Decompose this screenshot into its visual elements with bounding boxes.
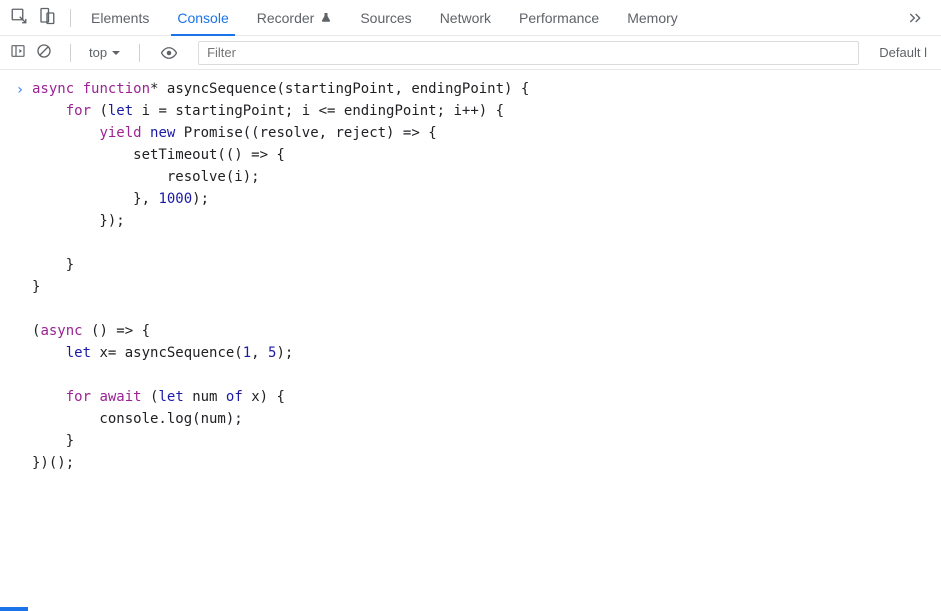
devtools-top-bar: Elements Console Recorder Sources Networ…: [0, 0, 941, 36]
log-levels-dropdown[interactable]: Default l: [871, 45, 935, 60]
divider: [70, 9, 71, 27]
tab-label: Network: [440, 10, 491, 26]
dropdown-caret-icon: [111, 48, 121, 58]
divider: [139, 44, 140, 62]
more-tabs-chevron-icon[interactable]: [895, 10, 935, 26]
tab-label: Sources: [360, 10, 411, 26]
console-input-row[interactable]: › async function* asyncSequence(starting…: [0, 78, 941, 474]
console-toolbar-icons: [6, 43, 58, 62]
code-block: async function* asyncSequence(startingPo…: [32, 78, 529, 474]
tab-label: Performance: [519, 10, 599, 26]
bottom-progress-indicator: [0, 607, 28, 611]
live-expression-icon[interactable]: [152, 44, 186, 62]
console-toolbar: top Default l: [0, 36, 941, 70]
tab-sources[interactable]: Sources: [346, 0, 425, 35]
filter-input[interactable]: [198, 41, 859, 65]
context-label: top: [89, 45, 107, 60]
device-toggle-icon[interactable]: [38, 7, 56, 28]
tab-label: Recorder: [257, 10, 315, 26]
clear-console-icon[interactable]: [36, 43, 52, 62]
tab-network[interactable]: Network: [426, 0, 505, 35]
beaker-icon: [320, 12, 332, 24]
devtools-tabs: Elements Console Recorder Sources Networ…: [77, 0, 692, 35]
divider: [70, 44, 71, 62]
context-selector[interactable]: top: [83, 45, 127, 60]
tab-performance[interactable]: Performance: [505, 0, 613, 35]
tab-label: Memory: [627, 10, 678, 26]
top-icons: [6, 7, 64, 28]
tab-label: Elements: [91, 10, 149, 26]
tab-recorder[interactable]: Recorder: [243, 0, 347, 35]
prompt-caret-icon: ›: [8, 78, 32, 101]
console-sidebar-toggle-icon[interactable]: [10, 43, 26, 62]
console-output: › async function* asyncSequence(starting…: [0, 70, 941, 474]
tab-console[interactable]: Console: [163, 0, 242, 35]
inspect-icon[interactable]: [10, 7, 28, 28]
tab-label: Console: [177, 10, 228, 26]
tab-memory[interactable]: Memory: [613, 0, 692, 35]
tab-elements[interactable]: Elements: [77, 0, 163, 35]
